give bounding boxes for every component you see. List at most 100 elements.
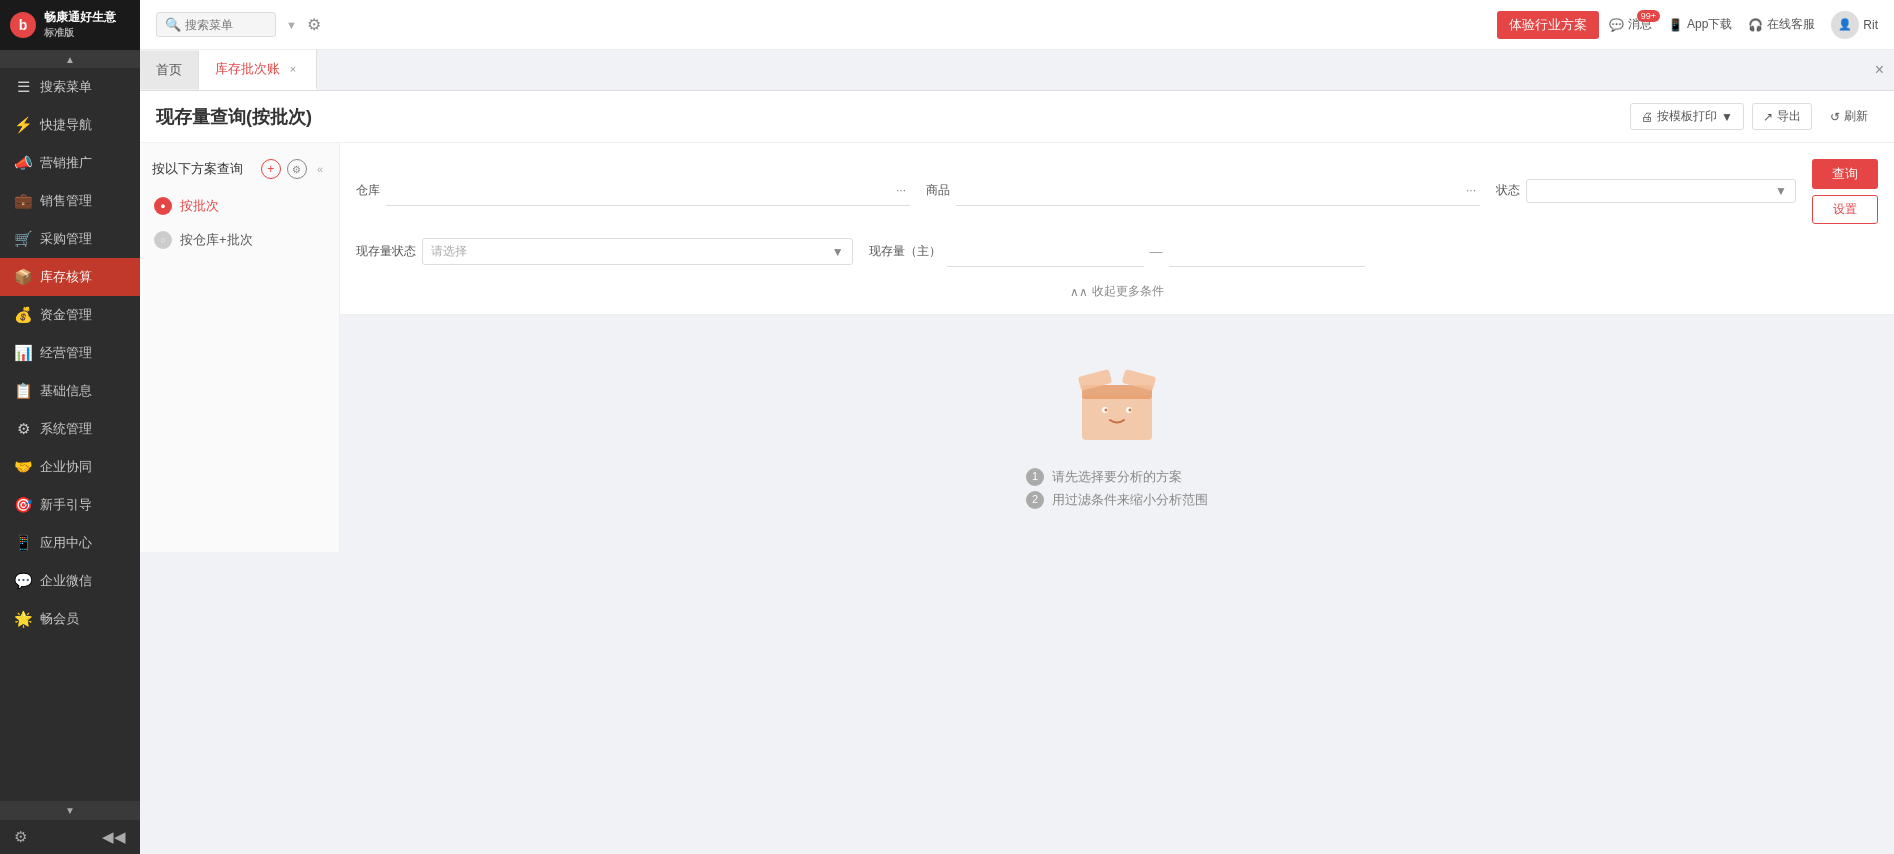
sidebar-item-new-guide[interactable]: 🎯 新手引导 [0, 486, 140, 524]
add-scheme-btn[interactable]: + [261, 159, 281, 179]
collapse-btn[interactable]: ∧∧ 收起更多条件 [1062, 279, 1172, 304]
search-menu-icon: ☰ [14, 78, 32, 96]
finance-icon: 💰 [14, 306, 32, 324]
system-icon: ⚙ [14, 420, 32, 438]
svg-rect-0 [1082, 395, 1152, 440]
stock-qty-from[interactable] [951, 240, 1140, 262]
stock-status-select[interactable]: 请选择 ▼ [422, 238, 853, 265]
experience-btn[interactable]: 体验行业方案 [1497, 11, 1599, 39]
refresh-btn[interactable]: ↺ 刷新 [1820, 104, 1878, 129]
status-dropdown-icon: ▼ [1775, 184, 1787, 198]
sidebar-header: b 畅康通好生意 标准版 [0, 0, 140, 50]
sidebar-item-enterprise[interactable]: 🤝 企业协同 [0, 448, 140, 486]
warehouse-text-input[interactable] [390, 179, 892, 201]
sidebar-settings-icon[interactable]: ⚙ [14, 828, 27, 846]
filter-area: 仓库 ··· 商品 ··· [340, 143, 1894, 315]
app-download-item[interactable]: 📱 App下载 [1668, 16, 1732, 33]
online-support-item[interactable]: 🎧 在线客服 [1748, 16, 1815, 33]
avatar: 👤 [1831, 11, 1859, 39]
stock-qty-to-input[interactable] [1169, 236, 1366, 267]
user-avatar-img: 👤 [1838, 18, 1852, 31]
marketing-icon: 📣 [14, 154, 32, 172]
sidebar-scroll-up[interactable]: ▲ [0, 50, 140, 68]
sidebar-item-system[interactable]: ⚙ 系统管理 [0, 410, 140, 448]
sidebar-item-purchase[interactable]: 🛒 采购管理 [0, 220, 140, 258]
messages-item[interactable]: 💬 消息 99+ [1609, 16, 1652, 33]
sidebar-scroll-down[interactable]: ▼ [0, 801, 140, 819]
sidebar-item-operations[interactable]: 📊 经营管理 [0, 334, 140, 372]
sidebar-collapse-icon[interactable]: ◀◀ [102, 828, 126, 846]
sidebar-item-inventory[interactable]: 📦 库存核算 [0, 258, 140, 296]
sidebar-item-corp-wechat[interactable]: 💬 企业微信 [0, 562, 140, 600]
query-btn[interactable]: 查询 [1812, 159, 1878, 189]
stock-status-field: 现存量状态 请选择 ▼ [356, 238, 853, 265]
warehouse-more-icon[interactable]: ··· [896, 183, 906, 197]
hint-num-1: 1 [1026, 468, 1044, 486]
search-box[interactable]: 🔍 [156, 12, 276, 37]
tabbar: 首页 库存批次账 × × [140, 50, 1894, 91]
sidebar-item-marketing[interactable]: 📣 营销推广 [0, 144, 140, 182]
product-input[interactable]: ··· [956, 175, 1480, 206]
stock-qty-to[interactable] [1173, 240, 1362, 262]
sidebar-item-label: 系统管理 [40, 420, 92, 438]
search-icon: 🔍 [165, 17, 181, 32]
sidebar-item-basic-info[interactable]: 📋 基础信息 [0, 372, 140, 410]
collapse-label: 收起更多条件 [1092, 283, 1164, 300]
tab-home[interactable]: 首页 [140, 51, 199, 89]
sidebar-item-sales[interactable]: 💼 销售管理 [0, 182, 140, 220]
hint-item-2: 2 用过滤条件来缩小分析范围 [1026, 488, 1208, 511]
empty-state: 1 请先选择要分析的方案 2 用过滤条件来缩小分析范围 [340, 315, 1894, 552]
tab-close-icon[interactable]: × [286, 62, 300, 76]
stock-qty-from-input[interactable] [947, 236, 1144, 267]
page-title-actions: 🖨 按模板打印 ▼ ↗ 导出 ↺ 刷新 [1630, 103, 1878, 130]
product-more-icon[interactable]: ··· [1466, 183, 1476, 197]
topbar-right: 💬 消息 99+ 📱 App下载 🎧 在线客服 👤 Rit [1609, 11, 1878, 39]
tab-batch-stock[interactable]: 库存批次账 × [199, 50, 317, 90]
status-select[interactable]: ▼ [1526, 179, 1796, 203]
export-btn[interactable]: ↗ 导出 [1752, 103, 1812, 130]
member-icon: 🌟 [14, 610, 32, 628]
scheme-list: ● 按批次 ○ 按仓库+批次 [140, 185, 339, 261]
scheme-item-by-warehouse-batch[interactable]: ○ 按仓库+批次 [140, 223, 339, 257]
page-title-bar: 现存量查询(按批次) 🖨 按模板打印 ▼ ↗ 导出 ↺ 刷新 [140, 91, 1894, 143]
filter-row-2: 现存量状态 请选择 ▼ 现存量（主） — [356, 236, 1878, 267]
user-item[interactable]: 👤 Rit [1831, 11, 1878, 39]
status-label: 状态 [1496, 182, 1520, 199]
sidebar-item-search-menu[interactable]: ☰ 搜索菜单 [0, 68, 140, 106]
corp-wechat-icon: 💬 [14, 572, 32, 590]
sidebar-item-label: 快捷导航 [40, 116, 92, 134]
chevron-up-icon: ∧∧ [1070, 285, 1088, 299]
product-text-input[interactable] [960, 179, 1462, 201]
hint-text-1: 请先选择要分析的方案 [1052, 465, 1182, 488]
print-btn[interactable]: 🖨 按模板打印 ▼ [1630, 103, 1744, 130]
warehouse-label: 仓库 [356, 182, 380, 199]
table-settings-btn[interactable]: 设置 [1812, 195, 1878, 224]
sidebar-item-quick-nav[interactable]: ⚡ 快捷导航 [0, 106, 140, 144]
settings-icon[interactable]: ⚙ [307, 15, 321, 34]
status-field: 状态 ▼ [1496, 179, 1796, 203]
filter-row-1: 仓库 ··· 商品 ··· [356, 157, 1878, 224]
scheme-icon-active: ● [154, 197, 172, 215]
company-name: 畅康通好生意 [44, 10, 116, 26]
new-guide-icon: 🎯 [14, 496, 32, 514]
sidebar-item-app-center[interactable]: 📱 应用中心 [0, 524, 140, 562]
search-input[interactable] [185, 18, 265, 32]
product-label: 商品 [926, 182, 950, 199]
app-center-icon: 📱 [14, 534, 32, 552]
sidebar-item-label: 经营管理 [40, 344, 92, 362]
sidebar-item-member[interactable]: 🌟 畅会员 [0, 600, 140, 638]
scheme-settings-btn[interactable]: ⚙ [287, 159, 307, 179]
panel-collapse-icon[interactable]: « [313, 163, 327, 175]
export-btn-label: 导出 [1777, 108, 1801, 125]
dropdown-icon[interactable]: ▼ [286, 19, 297, 31]
sales-icon: 💼 [14, 192, 32, 210]
scheme-item-by-batch[interactable]: ● 按批次 [140, 189, 339, 223]
svg-point-6 [1105, 409, 1108, 412]
sidebar-item-label: 采购管理 [40, 230, 92, 248]
tabbar-close-all-btn[interactable]: × [1865, 57, 1894, 83]
inventory-icon: 📦 [14, 268, 32, 286]
sidebar-item-finance[interactable]: 💰 资金管理 [0, 296, 140, 334]
warehouse-input[interactable]: ··· [386, 175, 910, 206]
svg-point-7 [1129, 409, 1132, 412]
sidebar-item-label: 应用中心 [40, 534, 92, 552]
